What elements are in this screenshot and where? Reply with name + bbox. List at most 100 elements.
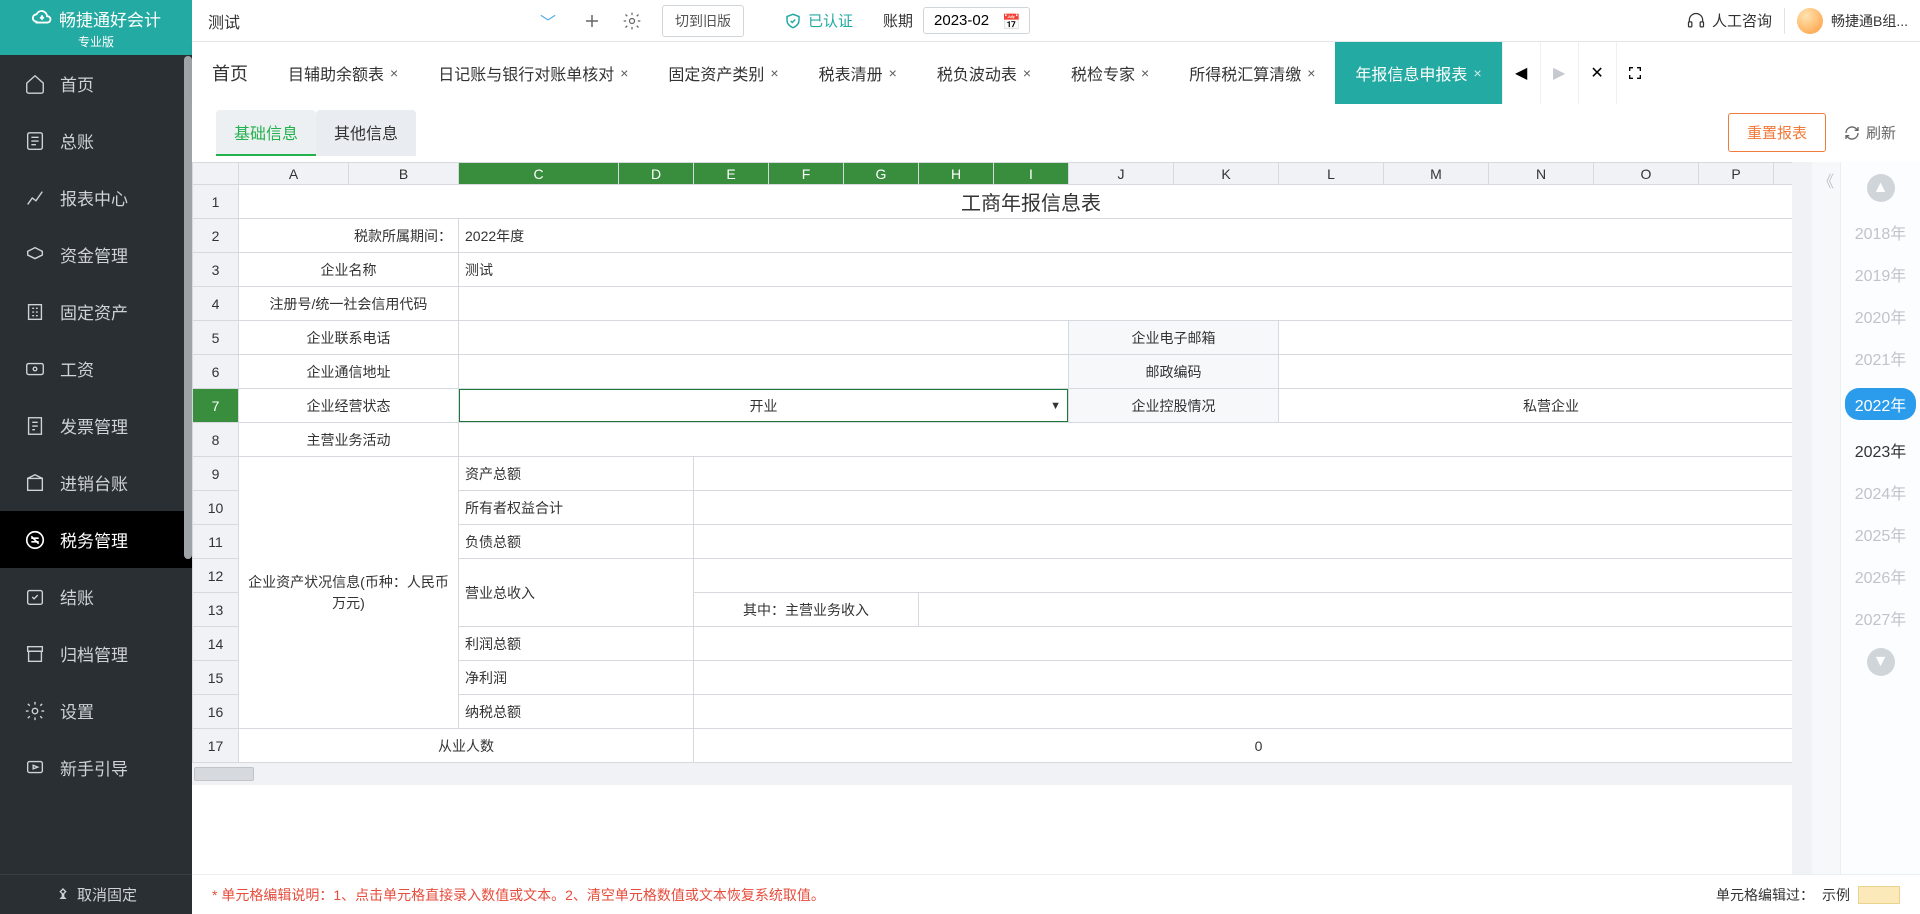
sidebar-item-funds[interactable]: 资金管理 bbox=[0, 226, 192, 283]
sidebar-item-home[interactable]: 首页 bbox=[0, 55, 192, 112]
sidebar-item-closing[interactable]: 结账 bbox=[0, 568, 192, 625]
cell[interactable]: 0 bbox=[694, 729, 1793, 763]
row-header[interactable]: 8 bbox=[193, 423, 239, 457]
switch-old-version[interactable]: 切到旧版 bbox=[662, 5, 744, 37]
row-header[interactable]: 10 bbox=[193, 491, 239, 525]
cell[interactable] bbox=[459, 355, 1069, 389]
row-header[interactable]: 11 bbox=[193, 525, 239, 559]
year-item[interactable]: 2018年 bbox=[1855, 220, 1907, 244]
cell[interactable] bbox=[694, 661, 1793, 695]
cell[interactable]: 所有者权益合计 bbox=[459, 491, 694, 525]
col-header[interactable]: C bbox=[459, 163, 619, 185]
sheet-title[interactable]: 工商年报信息表 bbox=[239, 185, 1793, 219]
tab-tax-register[interactable]: 税表清册× bbox=[799, 42, 917, 104]
row-header[interactable]: 14 bbox=[193, 627, 239, 661]
select-all-cell[interactable] bbox=[193, 163, 239, 185]
cell[interactable]: 利润总额 bbox=[459, 627, 694, 661]
cell[interactable]: 从业人数 bbox=[239, 729, 694, 763]
sidebar-scrollbar[interactable] bbox=[184, 56, 192, 559]
cell[interactable]: 企业通信地址 bbox=[239, 355, 459, 389]
cell[interactable] bbox=[919, 593, 1793, 627]
cell[interactable]: 营业总收入 bbox=[459, 559, 694, 627]
cell[interactable]: 企业名称 bbox=[239, 253, 459, 287]
year-item[interactable]: 2026年 bbox=[1855, 564, 1907, 588]
business-status-cell[interactable]: 开业 bbox=[459, 389, 1069, 423]
col-header[interactable]: I bbox=[994, 163, 1069, 185]
cell[interactable]: 企业联系电话 bbox=[239, 321, 459, 355]
col-header[interactable]: J bbox=[1069, 163, 1174, 185]
tabs-fullscreen[interactable] bbox=[1616, 42, 1654, 104]
unpin-sidebar[interactable]: 取消固定 bbox=[0, 874, 192, 914]
sidebar-item-inventory[interactable]: 进销台账 bbox=[0, 454, 192, 511]
cell[interactable]: 测试 bbox=[459, 253, 1793, 287]
col-header[interactable]: M bbox=[1384, 163, 1489, 185]
year-item[interactable]: 2019年 bbox=[1855, 262, 1907, 286]
cell[interactable]: 邮政编码 bbox=[1069, 355, 1279, 389]
col-header[interactable]: E bbox=[694, 163, 769, 185]
tab-home[interactable]: 首页 bbox=[192, 42, 268, 104]
row-header[interactable]: 9 bbox=[193, 457, 239, 491]
sidebar-item-ledger[interactable]: 总账 bbox=[0, 112, 192, 169]
sidebar-item-settings[interactable]: 设置 bbox=[0, 682, 192, 739]
cell[interactable]: 私营企业 bbox=[1279, 389, 1793, 423]
row-header[interactable]: 13 bbox=[193, 593, 239, 627]
col-header[interactable]: O bbox=[1594, 163, 1699, 185]
year-item[interactable]: 2025年 bbox=[1855, 522, 1907, 546]
tabs-close-all[interactable]: ✕ bbox=[1578, 42, 1616, 104]
col-header[interactable]: D bbox=[619, 163, 694, 185]
tab-tax-expert[interactable]: 税检专家× bbox=[1051, 42, 1169, 104]
sidebar-item-invoice[interactable]: 发票管理 bbox=[0, 397, 192, 454]
cell[interactable]: 纳税总额 bbox=[459, 695, 694, 729]
cell[interactable] bbox=[694, 525, 1793, 559]
row-header[interactable]: 6 bbox=[193, 355, 239, 389]
year-down[interactable]: ▼ bbox=[1867, 648, 1895, 676]
year-up[interactable]: ▲ bbox=[1867, 174, 1895, 202]
collapse-left-icon[interactable]: 《 bbox=[1818, 168, 1834, 192]
cell[interactable]: 企业控股情况 bbox=[1069, 389, 1279, 423]
cell[interactable]: 资产总额 bbox=[459, 457, 694, 491]
row-header[interactable]: 3 bbox=[193, 253, 239, 287]
cell[interactable]: 主营业务活动 bbox=[239, 423, 459, 457]
year-item[interactable]: 2021年 bbox=[1855, 346, 1907, 370]
close-icon[interactable]: × bbox=[620, 65, 628, 81]
sidebar-item-salary[interactable]: 工资 bbox=[0, 340, 192, 397]
col-header[interactable]: L bbox=[1279, 163, 1384, 185]
close-icon[interactable]: × bbox=[1307, 65, 1315, 81]
cell[interactable]: 企业资产状况信息(币种：人民币万元) bbox=[239, 457, 459, 729]
tab-aux-balance[interactable]: 目辅助余额表× bbox=[268, 42, 418, 104]
cell[interactable]: 企业电子邮箱 bbox=[1069, 321, 1279, 355]
cell[interactable]: 净利润 bbox=[459, 661, 694, 695]
close-icon[interactable]: × bbox=[1141, 65, 1149, 81]
h-scrollbar[interactable] bbox=[192, 763, 1792, 785]
tab-bank-recon[interactable]: 日记账与银行对账单核对× bbox=[418, 42, 648, 104]
cell[interactable] bbox=[459, 423, 1793, 457]
cell[interactable]: 负债总额 bbox=[459, 525, 694, 559]
consult-button[interactable]: 人工咨询 bbox=[1686, 10, 1772, 31]
col-header[interactable]: N bbox=[1489, 163, 1594, 185]
row-header[interactable]: 16 bbox=[193, 695, 239, 729]
cell[interactable]: 企业经营状态 bbox=[239, 389, 459, 423]
row-header[interactable]: 17 bbox=[193, 729, 239, 763]
brand-logo[interactable]: 畅捷通好会计 专业版 bbox=[0, 0, 192, 55]
cell[interactable] bbox=[694, 627, 1793, 661]
cell[interactable] bbox=[694, 491, 1793, 525]
year-item[interactable]: 2024年 bbox=[1855, 480, 1907, 504]
close-icon[interactable]: × bbox=[390, 65, 398, 81]
col-header[interactable]: B bbox=[349, 163, 459, 185]
refresh-button[interactable]: 刷新 bbox=[1844, 122, 1896, 143]
sidebar-item-reports[interactable]: 报表中心 bbox=[0, 169, 192, 226]
sidebar-item-assets[interactable]: 固定资产 bbox=[0, 283, 192, 340]
cell[interactable] bbox=[1279, 321, 1793, 355]
cell[interactable]: 税款所属期间： bbox=[239, 219, 459, 253]
col-header[interactable]: G bbox=[844, 163, 919, 185]
cell[interactable] bbox=[694, 457, 1793, 491]
row-header[interactable]: 7 bbox=[193, 389, 239, 423]
year-item[interactable]: 2020年 bbox=[1855, 304, 1907, 328]
cell[interactable]: 其中：主营业务收入 bbox=[694, 593, 919, 627]
cell[interactable] bbox=[1279, 355, 1793, 389]
close-icon[interactable]: × bbox=[770, 65, 778, 81]
tab-annual-report[interactable]: 年报信息申报表× bbox=[1335, 42, 1501, 104]
cell[interactable] bbox=[459, 321, 1069, 355]
tab-tax-fluctuation[interactable]: 税负波动表× bbox=[917, 42, 1051, 104]
col-header[interactable]: A bbox=[239, 163, 349, 185]
